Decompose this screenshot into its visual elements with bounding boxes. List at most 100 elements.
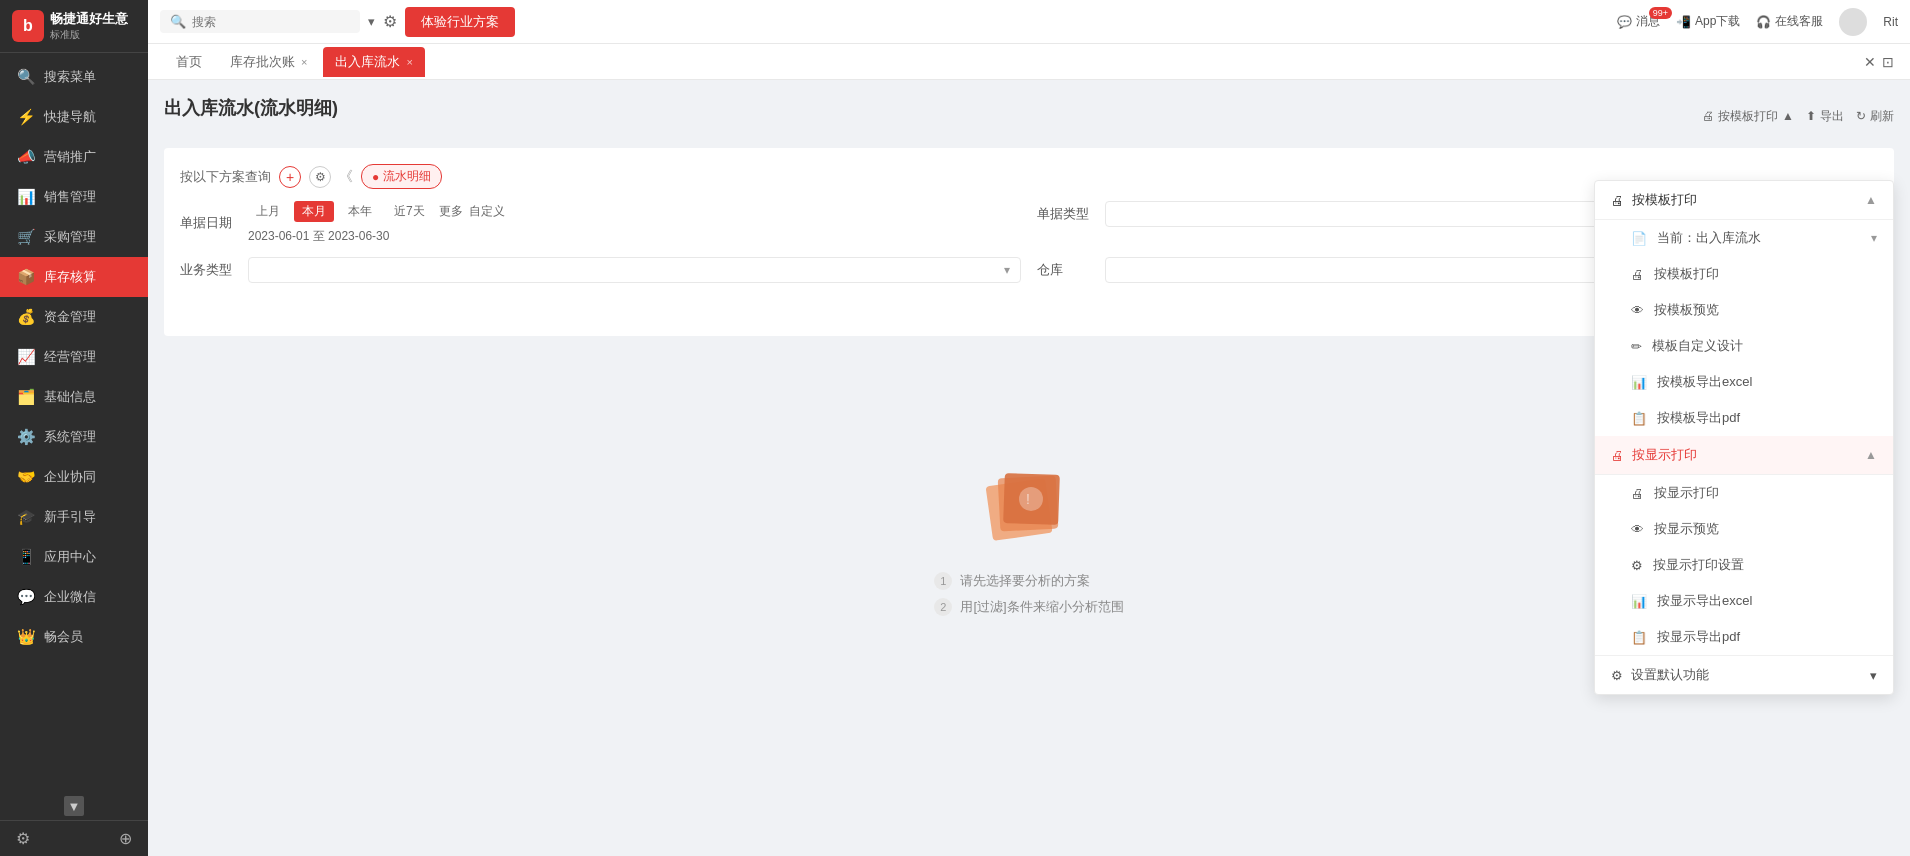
headphone-icon: 🎧 [1756, 15, 1771, 29]
filter-label: 按以下方案查询 [180, 168, 271, 186]
filter-collapse-btn[interactable]: 《 [339, 168, 353, 186]
corp-icon: 🤝 [16, 467, 36, 487]
date-custom-btn[interactable]: 自定义 [469, 203, 505, 220]
biz-select[interactable]: ▾ [248, 257, 1021, 283]
sidebar-item-inventory[interactable]: 📦 库存核算 [0, 257, 148, 297]
sidebar-item-finance[interactable]: 💰 资金管理 [0, 297, 148, 337]
display-print-header-icon: 🖨 [1611, 448, 1624, 463]
print-expand-icon: ▲ [1782, 109, 1794, 123]
dropdown-template-excel[interactable]: 📊 按模板导出excel [1595, 364, 1893, 400]
dropdown-template-preview[interactable]: 👁 按模板预览 [1595, 292, 1893, 328]
sidebar-item-guide[interactable]: 🎓 新手引导 [0, 497, 148, 537]
settings-arrow-icon: ▾ [1870, 668, 1877, 683]
sidebar-item-sales[interactable]: 📊 销售管理 [0, 177, 148, 217]
dropdown-current-item[interactable]: 📄 当前：出入库流水 ▾ [1595, 220, 1893, 256]
sidebar-item-purchase[interactable]: 🛒 采购管理 [0, 217, 148, 257]
date-btn-this-year[interactable]: 本年 [340, 201, 380, 222]
date-btn-last-month[interactable]: 上月 [248, 201, 288, 222]
template-print-section-header[interactable]: 🖨 按模板打印 ▲ [1595, 181, 1893, 220]
topbar-dropdown-arrow[interactable]: ▾ [368, 14, 375, 29]
svg-point-3 [1019, 487, 1043, 511]
display-preview-icon: 👁 [1631, 522, 1644, 537]
export-icon: ⬆ [1806, 109, 1816, 123]
default-settings-icon: ⚙ [1611, 668, 1623, 683]
window-maximize-icon[interactable]: ⊡ [1882, 54, 1894, 70]
sidebar-logo-text: 畅捷通好生意 标准版 [50, 11, 128, 41]
sidebar-collapse-icon[interactable]: ⊕ [119, 829, 132, 848]
topbar-customer-service[interactable]: 🎧 在线客服 [1756, 13, 1823, 30]
basic-icon: 🗂️ [16, 387, 36, 407]
svg-text:!: ! [1026, 491, 1030, 507]
sidebar-item-wechat[interactable]: 💬 企业微信 [0, 577, 148, 617]
display-section-arrow: ▲ [1865, 448, 1877, 462]
dropdown-display-excel[interactable]: 📊 按显示导出excel [1595, 583, 1893, 619]
export-btn[interactable]: ⬆ 导出 [1806, 108, 1844, 125]
print-icon: 🖨 [1631, 267, 1644, 282]
filter-biz-item: 业务类型 ▾ [180, 257, 1021, 283]
template-print-header-icon: 🖨 [1611, 193, 1624, 208]
design-icon: ✏ [1631, 339, 1642, 354]
empty-steps-list: 1 请先选择要分析的方案 2 用[过滤]条件来缩小分析范围 [934, 572, 1123, 616]
sidebar-item-operation[interactable]: 📈 经营管理 [0, 337, 148, 377]
display-print-section-header[interactable]: 🖨 按显示打印 ▲ [1595, 436, 1893, 475]
guide-icon: 🎓 [16, 507, 36, 527]
sidebar-item-search[interactable]: 🔍 搜索菜单 [0, 57, 148, 97]
tab-inventory-flow[interactable]: 出入库流水 × [323, 47, 424, 77]
current-template-icon: 📄 [1631, 231, 1647, 246]
empty-icon: ! [979, 452, 1079, 552]
date-btn-this-month[interactable]: 本月 [294, 201, 334, 222]
marketing-icon: 📣 [16, 147, 36, 167]
tab-home[interactable]: 首页 [164, 47, 214, 77]
sidebar-scroll-down-btn[interactable]: ▼ [64, 796, 84, 816]
dropdown-display-print-settings[interactable]: ⚙ 按显示打印设置 [1595, 547, 1893, 583]
display-pdf-icon: 📋 [1631, 630, 1647, 645]
tab-inventory-batch-close[interactable]: × [301, 56, 307, 68]
topbar-gear-icon[interactable]: ⚙ [383, 12, 397, 31]
date-range-text: 2023-06-01 至 2023-06-30 [248, 228, 505, 245]
refresh-btn[interactable]: ↻ 刷新 [1856, 108, 1894, 125]
dropdown-display-print[interactable]: 🖨 按显示打印 [1595, 475, 1893, 511]
display-excel-icon: 📊 [1631, 594, 1647, 609]
topbar-search-box[interactable]: 🔍 [160, 10, 360, 33]
sidebar-item-basic[interactable]: 🗂️ 基础信息 [0, 377, 148, 417]
template-print-btn[interactable]: 🖨 按模板打印 ▲ [1702, 108, 1794, 125]
date-more-btn[interactable]: 更多 [439, 203, 463, 220]
sidebar-item-member[interactable]: 👑 畅会员 [0, 617, 148, 657]
app-logo-icon: b [12, 10, 44, 42]
tab-inventory-batch[interactable]: 库存批次账 × [218, 47, 319, 77]
display-settings-icon: ⚙ [1631, 558, 1643, 573]
filter-settings-btn[interactable]: ⚙ [309, 166, 331, 188]
dropdown-template-custom[interactable]: ✏ 模板自定义设计 [1595, 328, 1893, 364]
preview-icon: 👁 [1631, 303, 1644, 318]
topbar: 🔍 ▾ ⚙ 体验行业方案 💬 消息 99+ 📲 App下载 🎧 在线客服 Rit [148, 0, 1910, 44]
page-title: 出入库流水(流水明细) [164, 96, 338, 120]
filter-add-btn[interactable]: + [279, 166, 301, 188]
date-btn-7days[interactable]: 近7天 [386, 201, 433, 222]
topbar-app-download[interactable]: 📲 App下载 [1676, 13, 1740, 30]
template-section-arrow: ▲ [1865, 193, 1877, 207]
sidebar-item-system[interactable]: ⚙️ 系统管理 [0, 417, 148, 457]
filter-date-item: 单据日期 上月 本月 本年 近7天 更多 自定义 2023-06-01 至 20… [180, 201, 1021, 245]
search-input[interactable] [192, 15, 350, 29]
tab-inventory-flow-close[interactable]: × [406, 56, 412, 68]
warehouse-label: 仓库 [1037, 261, 1097, 279]
sidebar-item-shortcut[interactable]: ⚡ 快捷导航 [0, 97, 148, 137]
main-area: 🔍 ▾ ⚙ 体验行业方案 💬 消息 99+ 📲 App下载 🎧 在线客服 Rit [148, 0, 1910, 856]
dropdown-template-print[interactable]: 🖨 按模板打印 [1595, 256, 1893, 292]
sidebar-item-marketing[interactable]: 📣 营销推广 [0, 137, 148, 177]
filter-tag[interactable]: ● 流水明细 [361, 164, 442, 189]
dropdown-default-settings[interactable]: ⚙ 设置默认功能 ▾ [1595, 655, 1893, 694]
sidebar-logo: b 畅捷通好生意 标准版 [0, 0, 148, 53]
dropdown-display-pdf[interactable]: 📋 按显示导出pdf [1595, 619, 1893, 655]
dropdown-template-pdf[interactable]: 📋 按模板导出pdf [1595, 400, 1893, 436]
user-avatar [1839, 8, 1867, 36]
trial-btn[interactable]: 体验行业方案 [405, 7, 515, 37]
dropdown-display-preview[interactable]: 👁 按显示预览 [1595, 511, 1893, 547]
date-label: 单据日期 [180, 214, 240, 232]
window-close-icon[interactable]: ✕ [1864, 54, 1876, 70]
sidebar-settings-icon[interactable]: ⚙ [16, 829, 30, 848]
topbar-message[interactable]: 💬 消息 99+ [1617, 13, 1660, 30]
sidebar-item-app[interactable]: 📱 应用中心 [0, 537, 148, 577]
sidebar-item-corp[interactable]: 🤝 企业协同 [0, 457, 148, 497]
excel-icon: 📊 [1631, 375, 1647, 390]
